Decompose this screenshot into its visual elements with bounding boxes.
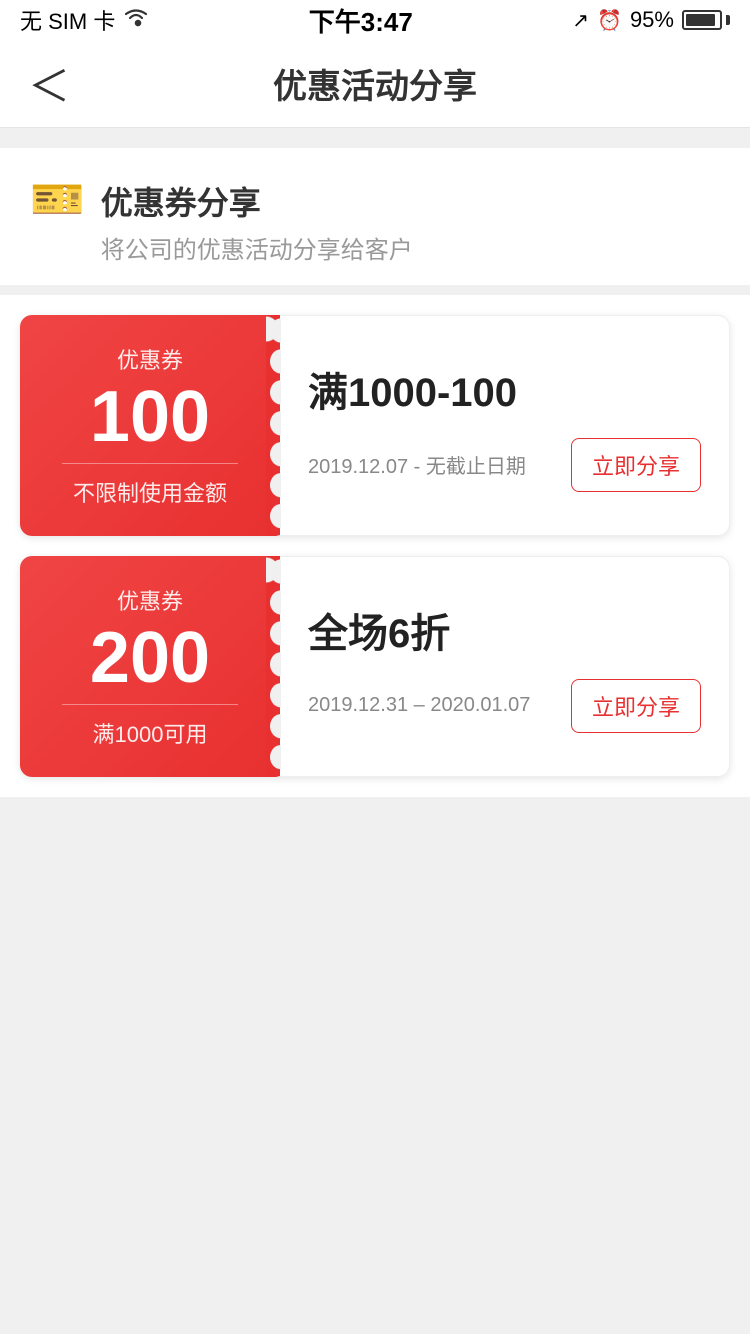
status-bar: 无 SIM 卡 下午3:47 ↗ ⏰ 95% <box>0 0 750 40</box>
status-left: 无 SIM 卡 <box>20 4 149 36</box>
coupon-value-1: 100 <box>90 381 210 453</box>
section-title: 优惠券分享 <box>101 178 413 224</box>
coupon-label-2: 优惠券 <box>117 584 183 616</box>
wifi-icon <box>123 6 149 34</box>
location-icon: ↗ <box>572 8 589 33</box>
coupon-value-2: 200 <box>90 622 210 694</box>
empty-area <box>0 797 750 1197</box>
section-header: 🎫 优惠券分享 将公司的优惠活动分享给客户 <box>0 148 750 285</box>
coupon-bottom-row-1: 2019.12.07 - 无截止日期 立即分享 <box>308 438 701 492</box>
coupon-section-icon: 🎫 <box>30 178 85 222</box>
coupon-name-2: 全场6折 <box>308 601 701 659</box>
status-right: ↗ ⏰ 95% <box>572 7 730 33</box>
battery-icon <box>682 10 730 30</box>
carrier-label: 无 SIM 卡 <box>20 4 115 36</box>
coupon-condition-1: 不限制使用金额 <box>73 476 227 508</box>
alarm-icon: ⏰ <box>597 8 622 33</box>
coupon-right-1: 满1000-100 2019.12.07 - 无截止日期 立即分享 <box>280 315 730 536</box>
back-arrow-icon: ＜ <box>28 53 70 114</box>
back-button[interactable]: ＜ <box>28 53 70 114</box>
coupon-right-2: 全场6折 2019.12.31 – 2020.01.07 立即分享 <box>280 556 730 777</box>
page-title: 优惠活动分享 <box>273 59 477 108</box>
section-subtitle: 将公司的优惠活动分享给客户 <box>101 230 413 265</box>
coupon-date-2: 2019.12.31 – 2020.01.07 <box>308 694 530 717</box>
status-time: 下午3:47 <box>309 2 413 39</box>
coupon-left-1: 优惠券 100 不限制使用金额 <box>20 315 280 536</box>
nav-bar: ＜ 优惠活动分享 <box>0 40 750 128</box>
coupon-left-2: 优惠券 200 满1000可用 <box>20 556 280 777</box>
share-button-2[interactable]: 立即分享 <box>571 679 701 733</box>
coupon-list: 优惠券 100 不限制使用金额 满1000-100 2019.12.07 <box>0 295 750 797</box>
coupon-date-1: 2019.12.07 - 无截止日期 <box>308 450 526 479</box>
coupon-card-1: 优惠券 100 不限制使用金额 满1000-100 2019.12.07 <box>20 315 730 536</box>
coupon-condition-2: 满1000可用 <box>93 717 208 749</box>
battery-percent: 95% <box>630 7 674 33</box>
coupon-bottom-row-2: 2019.12.31 – 2020.01.07 立即分享 <box>308 679 701 733</box>
coupon-card-2: 优惠券 200 满1000可用 全场6折 2019.12.31 – 202 <box>20 556 730 777</box>
coupon-label-1: 优惠券 <box>117 343 183 375</box>
coupon-name-1: 满1000-100 <box>308 360 701 418</box>
section-text-group: 优惠券分享 将公司的优惠活动分享给客户 <box>101 178 413 265</box>
share-button-1[interactable]: 立即分享 <box>571 438 701 492</box>
coupon-divider-2 <box>62 704 238 705</box>
coupon-divider-1 <box>62 463 238 464</box>
